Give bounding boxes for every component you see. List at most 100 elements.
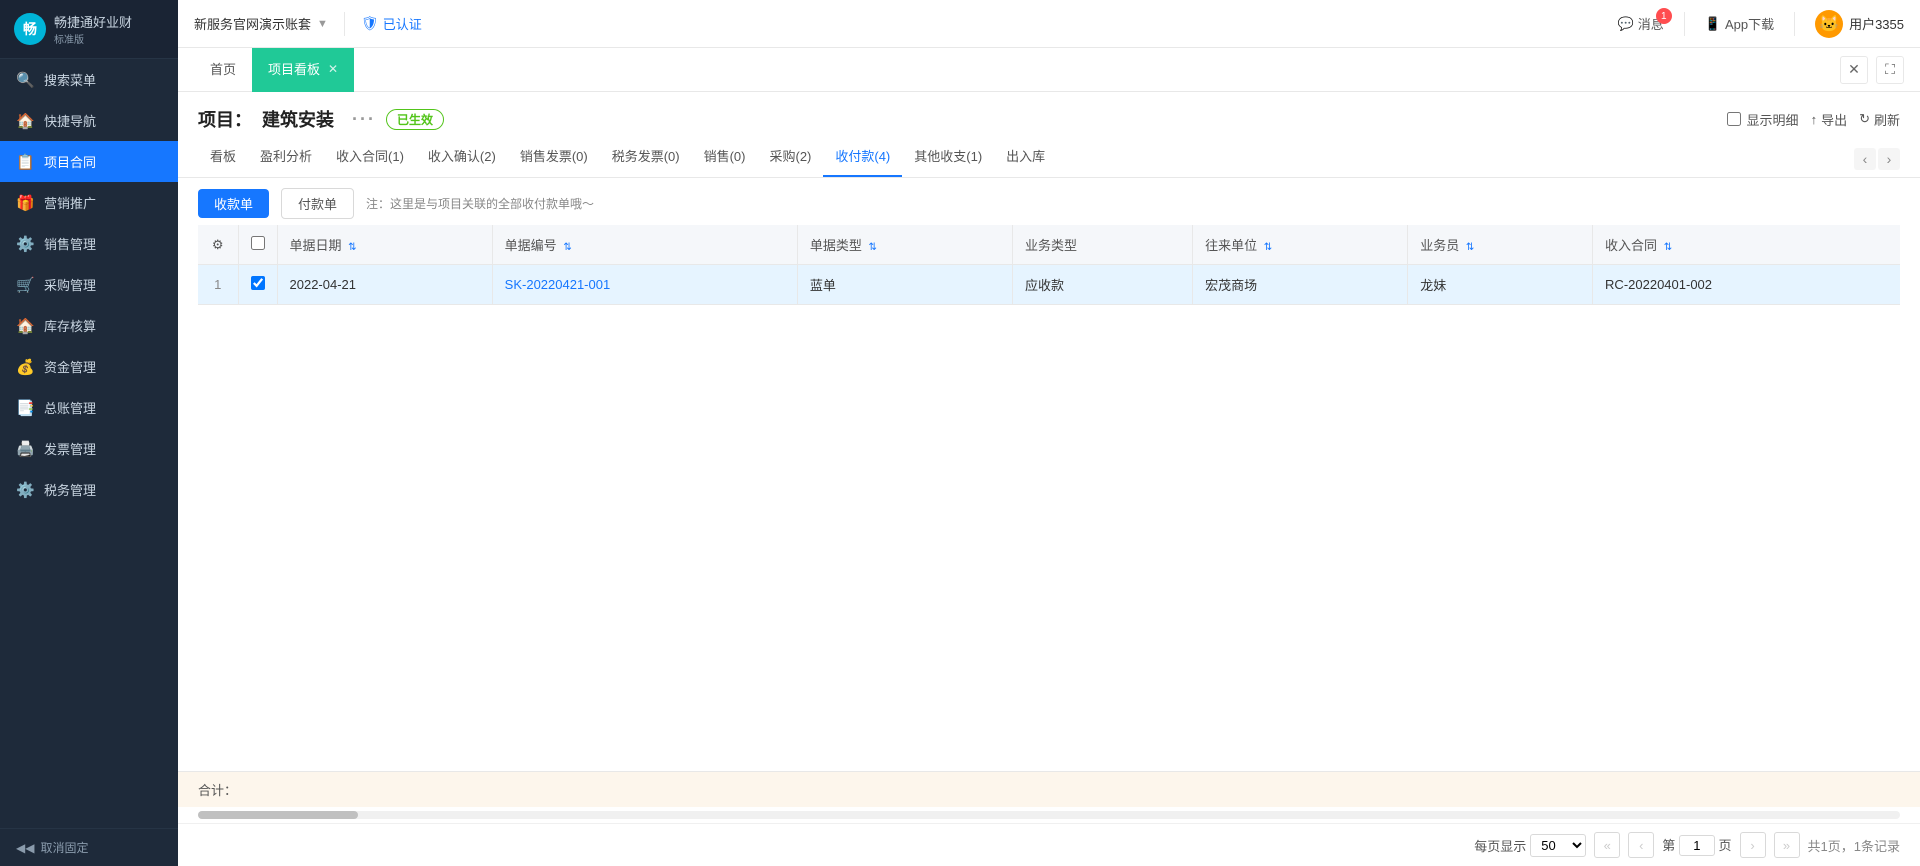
- sidebar-item-inventory[interactable]: 🏠 库存核算: [0, 305, 178, 346]
- sidebar-item-marketing[interactable]: 🎁 营销推广: [0, 182, 178, 223]
- th-salesman[interactable]: 业务员 ⇅: [1408, 225, 1593, 265]
- sub-tab-next-btn[interactable]: ›: [1878, 148, 1900, 170]
- sub-tab-kanban[interactable]: 看板: [198, 140, 248, 177]
- row-checkbox[interactable]: [251, 276, 265, 290]
- page-suffix: 页: [1719, 838, 1732, 853]
- sort-icon: ⇅: [1264, 242, 1272, 253]
- sub-tab-profit[interactable]: 盈利分析: [248, 140, 324, 177]
- next-page-btn[interactable]: ›: [1740, 832, 1766, 858]
- show-detail-checkbox[interactable]: [1727, 112, 1741, 126]
- user-label: 用户3355: [1849, 14, 1904, 33]
- refresh-button[interactable]: ↻ 刷新: [1859, 110, 1900, 129]
- more-options-icon[interactable]: ···: [352, 109, 376, 130]
- tab-project-board[interactable]: 项目看板 ✕: [252, 48, 354, 92]
- sub-tabs: 看板 盈利分析 收入合同(1) 收入确认(2) 销售发票(0) 税务发票(0) …: [178, 132, 1920, 178]
- salesman-value: 龙妹: [1420, 278, 1446, 293]
- sidebar-item-label: 营销推广: [44, 193, 96, 212]
- receipt-btn[interactable]: 收款单: [198, 189, 269, 218]
- prev-page-btn[interactable]: ‹: [1628, 832, 1654, 858]
- th-partner[interactable]: 往来单位 ⇅: [1193, 225, 1408, 265]
- th-salesman-label: 业务员: [1420, 238, 1459, 253]
- sub-tab-receipt[interactable]: 收付款(4): [823, 140, 902, 177]
- last-page-btn[interactable]: »: [1774, 832, 1800, 858]
- sub-tab-sales-invoice[interactable]: 销售发票(0): [508, 140, 600, 177]
- app-version: 标准版: [54, 31, 132, 46]
- per-page-dropdown[interactable]: 50 100 200: [1530, 834, 1586, 857]
- topbar-account[interactable]: 新服务官网演示账套 ▼: [194, 14, 328, 33]
- export-button[interactable]: ↑ 导出: [1811, 110, 1848, 129]
- sub-tab-sales-invoice-label: 销售发票(0): [520, 149, 588, 164]
- export-icon: ↑: [1811, 112, 1818, 127]
- sidebar-item-label: 快捷导航: [44, 111, 96, 130]
- sidebar-item-tax[interactable]: ⚙️ 税务管理: [0, 469, 178, 510]
- th-contract[interactable]: 收入合同 ⇅: [1593, 225, 1900, 265]
- number-link[interactable]: SK-20220421-001: [505, 277, 611, 292]
- tab-close-icon[interactable]: ✕: [328, 62, 338, 76]
- topbar: 新服务官网演示账套 ▼ 🛡 已认证 💬 消息 1 📱 App下载 🐱 用户335…: [178, 0, 1920, 48]
- first-page-btn[interactable]: «: [1594, 832, 1620, 858]
- sub-tab-prev-btn[interactable]: ‹: [1854, 148, 1876, 170]
- search-icon: 🔍: [16, 71, 34, 89]
- payment-btn[interactable]: 付款单: [281, 188, 354, 219]
- sidebar-item-purchase[interactable]: 🛒 采购管理: [0, 264, 178, 305]
- table-row[interactable]: 1 2022-04-21 SK-20220421-001 蓝单: [198, 265, 1900, 305]
- sidebar-item-invoice[interactable]: 🖨️ 发票管理: [0, 428, 178, 469]
- page-number-input[interactable]: [1679, 835, 1715, 856]
- td-type: 蓝单: [797, 265, 1012, 305]
- tab-home[interactable]: 首页: [194, 48, 252, 92]
- sidebar-item-fund[interactable]: 💰 资金管理: [0, 346, 178, 387]
- sub-tab-tax-invoice[interactable]: 税务发票(0): [600, 140, 692, 177]
- sort-icon: ⇅: [869, 242, 877, 253]
- sub-tab-sales[interactable]: 销售(0): [692, 140, 758, 177]
- topbar-app-download[interactable]: 📱 App下载: [1705, 14, 1774, 33]
- topbar-divider3: [1794, 12, 1795, 36]
- select-all-checkbox[interactable]: [251, 236, 265, 250]
- sub-tab-income-contract[interactable]: 收入合同(1): [324, 140, 416, 177]
- scroll-bar-track[interactable]: [198, 811, 1900, 819]
- sidebar-item-label: 库存核算: [44, 316, 96, 335]
- main-content: 新服务官网演示账套 ▼ 🛡 已认证 💬 消息 1 📱 App下载 🐱 用户335…: [178, 0, 1920, 866]
- sort-icon: ⇅: [563, 242, 571, 253]
- sub-tab-other-income[interactable]: 其他收支(1): [902, 140, 994, 177]
- partner-value: 宏茂商场: [1205, 278, 1257, 293]
- app-download-label: App下载: [1725, 14, 1774, 33]
- sidebar-item-quicknav[interactable]: 🏠 快捷导航: [0, 100, 178, 141]
- topbar-divider2: [1684, 12, 1685, 36]
- scroll-bar-thumb[interactable]: [198, 811, 358, 819]
- tab-actions: ✕ ⛶: [1840, 56, 1904, 84]
- sub-tab-income-confirm[interactable]: 收入确认(2): [416, 140, 508, 177]
- tab-maximize-btn[interactable]: ⛶: [1876, 56, 1904, 84]
- th-settings[interactable]: ⚙: [198, 225, 238, 265]
- sidebar-item-label: 搜索菜单: [44, 70, 96, 89]
- th-type[interactable]: 单据类型 ⇅: [797, 225, 1012, 265]
- td-number: SK-20220421-001: [492, 265, 797, 305]
- tab-close-window-btn[interactable]: ✕: [1840, 56, 1868, 84]
- sidebar-nav: 🔍 搜索菜单 🏠 快捷导航 📋 项目合同 🎁 营销推广 ⚙️ 销售管理 🛒 采购…: [0, 59, 178, 828]
- next-page-icon: ›: [1750, 838, 1754, 853]
- tab-bar: 首页 项目看板 ✕ ✕ ⛶: [178, 48, 1920, 92]
- message-badge: 1: [1656, 8, 1672, 24]
- show-detail-toggle[interactable]: 显示明细: [1727, 110, 1799, 129]
- sub-tab-purchase[interactable]: 采购(2): [757, 140, 823, 177]
- shield-icon: 🛡: [361, 15, 379, 32]
- topbar-cert-status: 🛡 已认证: [361, 14, 422, 33]
- th-type-label: 单据类型: [810, 238, 862, 253]
- sub-tab-inout[interactable]: 出入库: [994, 140, 1057, 177]
- table-header-row: ⚙ 单据日期 ⇅ 单据编号 ⇅: [198, 225, 1900, 265]
- topbar-user[interactable]: 🐱 用户3355: [1815, 10, 1904, 38]
- sidebar-item-label: 税务管理: [44, 480, 96, 499]
- project-title-prefix: 项目：: [198, 106, 252, 132]
- sidebar-item-search[interactable]: 🔍 搜索菜单: [0, 59, 178, 100]
- sub-tab-income-contract-label: 收入合同(1): [336, 149, 404, 164]
- per-page-label: 每页显示: [1474, 836, 1526, 855]
- th-date[interactable]: 单据日期 ⇅: [277, 225, 492, 265]
- marketing-icon: 🎁: [16, 194, 34, 212]
- topbar-message[interactable]: 💬 消息 1: [1618, 14, 1664, 33]
- sidebar-item-ledger[interactable]: 📑 总账管理: [0, 387, 178, 428]
- avatar: 🐱: [1815, 10, 1843, 38]
- th-number[interactable]: 单据编号 ⇅: [492, 225, 797, 265]
- sidebar-item-sales[interactable]: ⚙️ 销售管理: [0, 223, 178, 264]
- sidebar-item-contract[interactable]: 📋 项目合同: [0, 141, 178, 182]
- sidebar-logo-text: 畅捷通好业财 标准版: [54, 12, 132, 46]
- sidebar-unpin[interactable]: ◀◀ 取消固定: [0, 828, 178, 866]
